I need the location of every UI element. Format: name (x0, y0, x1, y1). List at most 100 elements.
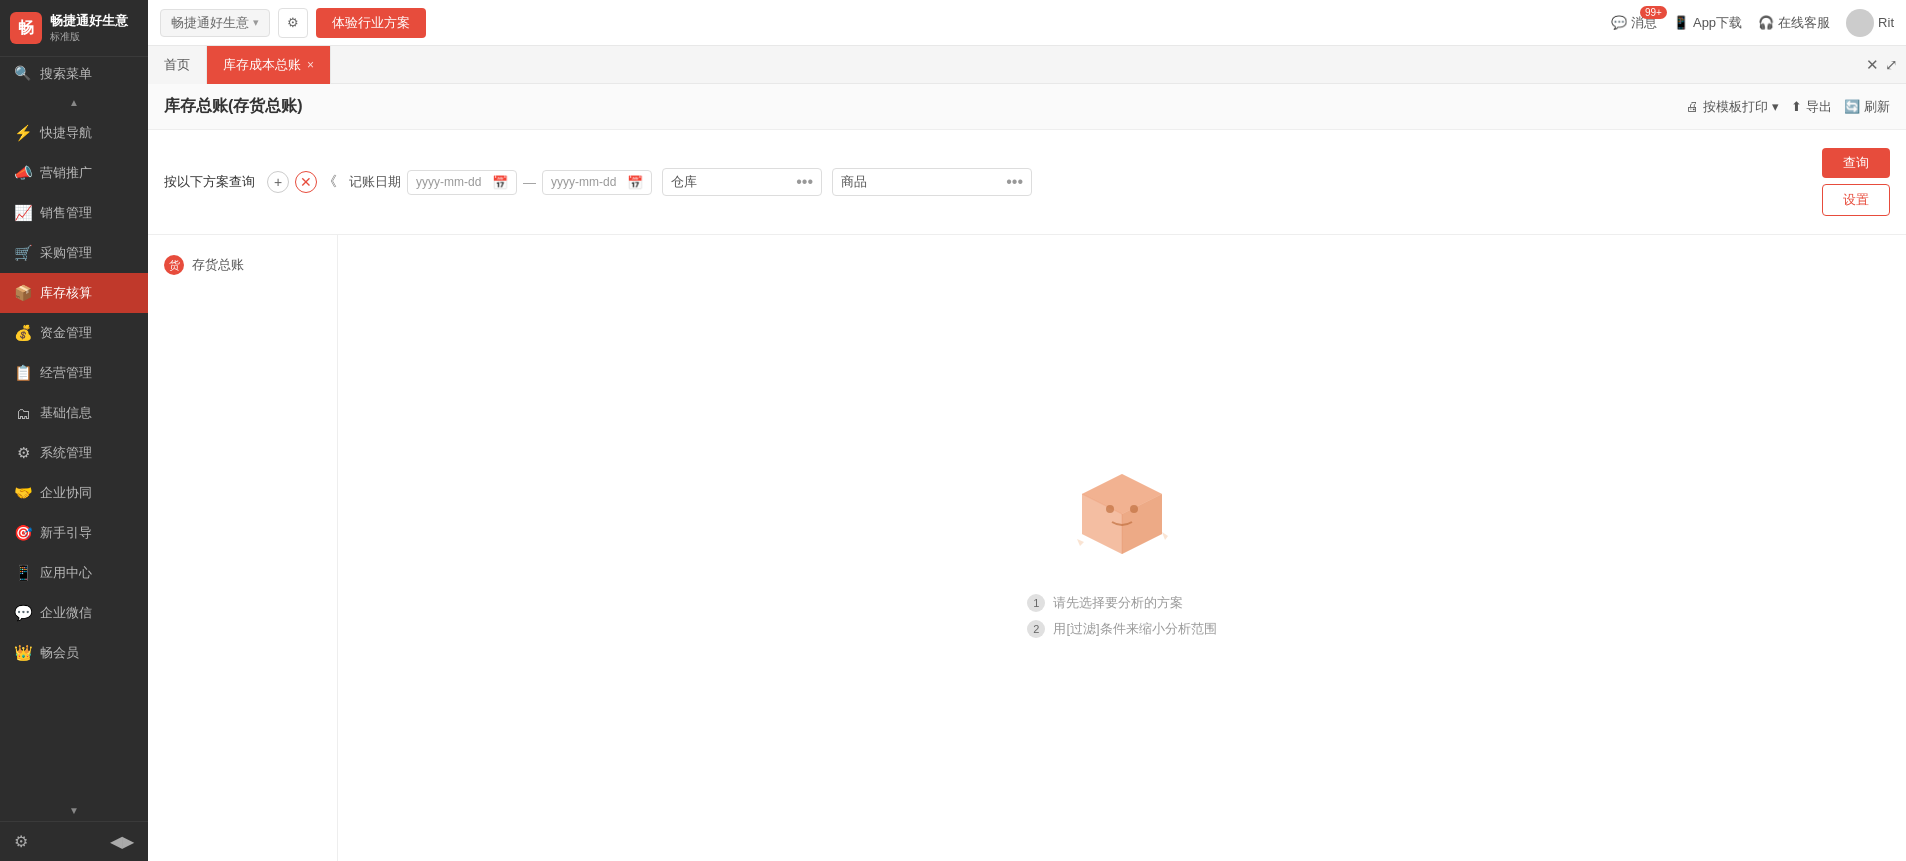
empty-state: 1 请先选择要分析的方案 2 用[过滤]条件来缩小分析范围 (338, 235, 1906, 861)
sidebar-item-sales[interactable]: 📈 销售管理 (0, 193, 148, 233)
close-panel-icon[interactable]: ✕ (1866, 56, 1879, 74)
query-button[interactable]: 查询 (1822, 148, 1890, 178)
sidebar-item-member[interactable]: 👑 畅会员 (0, 633, 148, 673)
sidebar-item-label: 企业协同 (40, 484, 92, 502)
sidebar-item-finance[interactable]: 💰 资金管理 (0, 313, 148, 353)
settings-icon[interactable]: ⚙ (14, 832, 28, 851)
sidebar-item-purchase[interactable]: 🛒 采购管理 (0, 233, 148, 273)
sidebar-item-enterprise[interactable]: 🤝 企业协同 (0, 473, 148, 513)
refresh-button[interactable]: 🔄 刷新 (1844, 98, 1890, 116)
headset-icon: 🎧 (1758, 15, 1774, 30)
sidebar-item-marketing[interactable]: 📣 营销推广 (0, 153, 148, 193)
sidebar-item-wechat[interactable]: 💬 企业微信 (0, 593, 148, 633)
export-label: 导出 (1806, 98, 1832, 116)
warehouse-more-icon[interactable]: ••• (796, 173, 813, 191)
wechat-icon: 💬 (14, 604, 32, 622)
filter-bar: 按以下方案查询 + ✕ 《 记账日期 yyyy-mm-dd 📅 — yyyy-m… (148, 130, 1906, 235)
sidebar: 畅 畅捷通好生意 标准版 🔍 搜索菜单 ▲ ⚡ 快捷导航 📣 营销推广 📈 销售… (0, 0, 148, 861)
print-label: 按模板打印 (1703, 98, 1768, 116)
tab-inventory-ledger[interactable]: 库存成本总账 × (207, 46, 331, 84)
tip-2: 2 用[过滤]条件来缩小分析范围 (1027, 616, 1216, 642)
settings-button[interactable]: 设置 (1822, 184, 1890, 216)
system-icon: ⚙ (14, 444, 32, 462)
app-download-label: App下载 (1693, 14, 1742, 32)
tab-close-icon[interactable]: × (307, 58, 314, 72)
sidebar-item-system[interactable]: ⚙ 系统管理 (0, 433, 148, 473)
trial-button[interactable]: 体验行业方案 (316, 8, 426, 38)
sidebar-item-label: 销售管理 (40, 204, 92, 222)
operation-icon: 📋 (14, 364, 32, 382)
tip-1-num: 1 (1027, 594, 1045, 612)
calendar-icon: 📅 (627, 175, 643, 190)
export-button[interactable]: ⬆ 导出 (1791, 98, 1832, 116)
sidebar-item-label: 应用中心 (40, 564, 92, 582)
date-start-text: yyyy-mm-dd (416, 175, 481, 189)
sidebar-item-label: 经营管理 (40, 364, 92, 382)
goods-more-icon[interactable]: ••• (1006, 173, 1023, 191)
quick-nav-icon: ⚡ (14, 124, 32, 142)
logo-icon: 畅 (10, 12, 42, 44)
filter-actions: + ✕ 《 (267, 171, 337, 193)
date-end-input[interactable]: yyyy-mm-dd 📅 (542, 170, 652, 195)
svg-marker-9 (1162, 532, 1168, 540)
logo-text: 畅捷通好生意 标准版 (50, 13, 128, 43)
sidebar-item-guide[interactable]: 🎯 新手引导 (0, 513, 148, 553)
sidebar-item-quick-nav[interactable]: ⚡ 快捷导航 (0, 113, 148, 153)
sidebar-item-label: 新手引导 (40, 524, 92, 542)
message-icon: 💬 (1611, 15, 1627, 30)
tab-home[interactable]: 首页 (148, 46, 207, 84)
sidebar-item-basic[interactable]: 🗂 基础信息 (0, 393, 148, 433)
export-icon: ⬆ (1791, 99, 1802, 114)
tip-2-text: 用[过滤]条件来缩小分析范围 (1053, 616, 1216, 642)
main-content: 畅捷通好生意 ▾ ⚙ 体验行业方案 💬 消息 99+ 📱 App下载 🎧 在线客… (148, 0, 1906, 861)
messages-badge: 99+ (1640, 6, 1667, 19)
gear-button[interactable]: ⚙ (278, 8, 308, 38)
inventory-ledger-label: 存货总账 (192, 256, 244, 274)
calendar-icon: 📅 (492, 175, 508, 190)
scroll-up-arrow[interactable]: ▲ (0, 91, 148, 113)
user-avatar (1846, 9, 1874, 37)
tab-label: 库存成本总账 (223, 56, 301, 74)
messages-button[interactable]: 💬 消息 99+ (1611, 14, 1657, 32)
filter-clear-button[interactable]: ✕ (295, 171, 317, 193)
scroll-down-arrow[interactable]: ▼ (0, 799, 148, 821)
date-start-input[interactable]: yyyy-mm-dd 📅 (407, 170, 517, 195)
member-icon: 👑 (14, 644, 32, 662)
user-name: Rit (1878, 15, 1894, 30)
enterprise-icon: 🤝 (14, 484, 32, 502)
filter-add-button[interactable]: + (267, 171, 289, 193)
print-template-button[interactable]: 🖨 按模板打印 ▾ (1686, 98, 1779, 116)
sidebar-item-operation[interactable]: 📋 经营管理 (0, 353, 148, 393)
warehouse-field[interactable]: 仓库 ••• (662, 168, 822, 196)
goods-field[interactable]: 商品 ••• (832, 168, 1032, 196)
top-bar-right: 💬 消息 99+ 📱 App下载 🎧 在线客服 Rit (1611, 9, 1894, 37)
online-support-button[interactable]: 🎧 在线客服 (1758, 14, 1830, 32)
inventory-ledger-item[interactable]: 货 存货总账 (148, 245, 337, 285)
logo-main-text: 畅捷通好生意 (50, 13, 128, 30)
expand-icon[interactable]: ⤢ (1885, 56, 1898, 74)
sidebar-logo: 畅 畅捷通好生意 标准版 (0, 0, 148, 57)
chevron-down-icon: ▾ (253, 16, 259, 29)
filter-fields: 记账日期 yyyy-mm-dd 📅 — yyyy-mm-dd 📅 仓库 ••• (349, 168, 1810, 196)
sidebar-search-label: 搜索菜单 (40, 65, 92, 83)
sidebar-item-label: 系统管理 (40, 444, 92, 462)
refresh-label: 刷新 (1864, 98, 1890, 116)
collapse-icon[interactable]: ◀▶ (110, 832, 134, 851)
sidebar-search[interactable]: 🔍 搜索菜单 (0, 57, 148, 91)
purchase-icon: 🛒 (14, 244, 32, 262)
sidebar-item-label: 营销推广 (40, 164, 92, 182)
sidebar-item-app-center[interactable]: 📱 应用中心 (0, 553, 148, 593)
sidebar-item-inventory[interactable]: 📦 库存核算 (0, 273, 148, 313)
app-download-button[interactable]: 📱 App下载 (1673, 14, 1742, 32)
tip-1-text: 请先选择要分析的方案 (1053, 590, 1183, 616)
svg-point-4 (1106, 505, 1114, 513)
logo-sub-text: 标准版 (50, 30, 128, 43)
filter-collapse-button[interactable]: 《 (323, 173, 337, 191)
sidebar-item-label: 基础信息 (40, 404, 92, 422)
filter-right-buttons: 查询 设置 (1822, 140, 1890, 224)
svg-point-5 (1130, 505, 1138, 513)
breadcrumb[interactable]: 畅捷通好生意 ▾ (160, 9, 270, 37)
marketing-icon: 📣 (14, 164, 32, 182)
warehouse-label: 仓库 (671, 173, 697, 191)
user-menu[interactable]: Rit (1846, 9, 1894, 37)
